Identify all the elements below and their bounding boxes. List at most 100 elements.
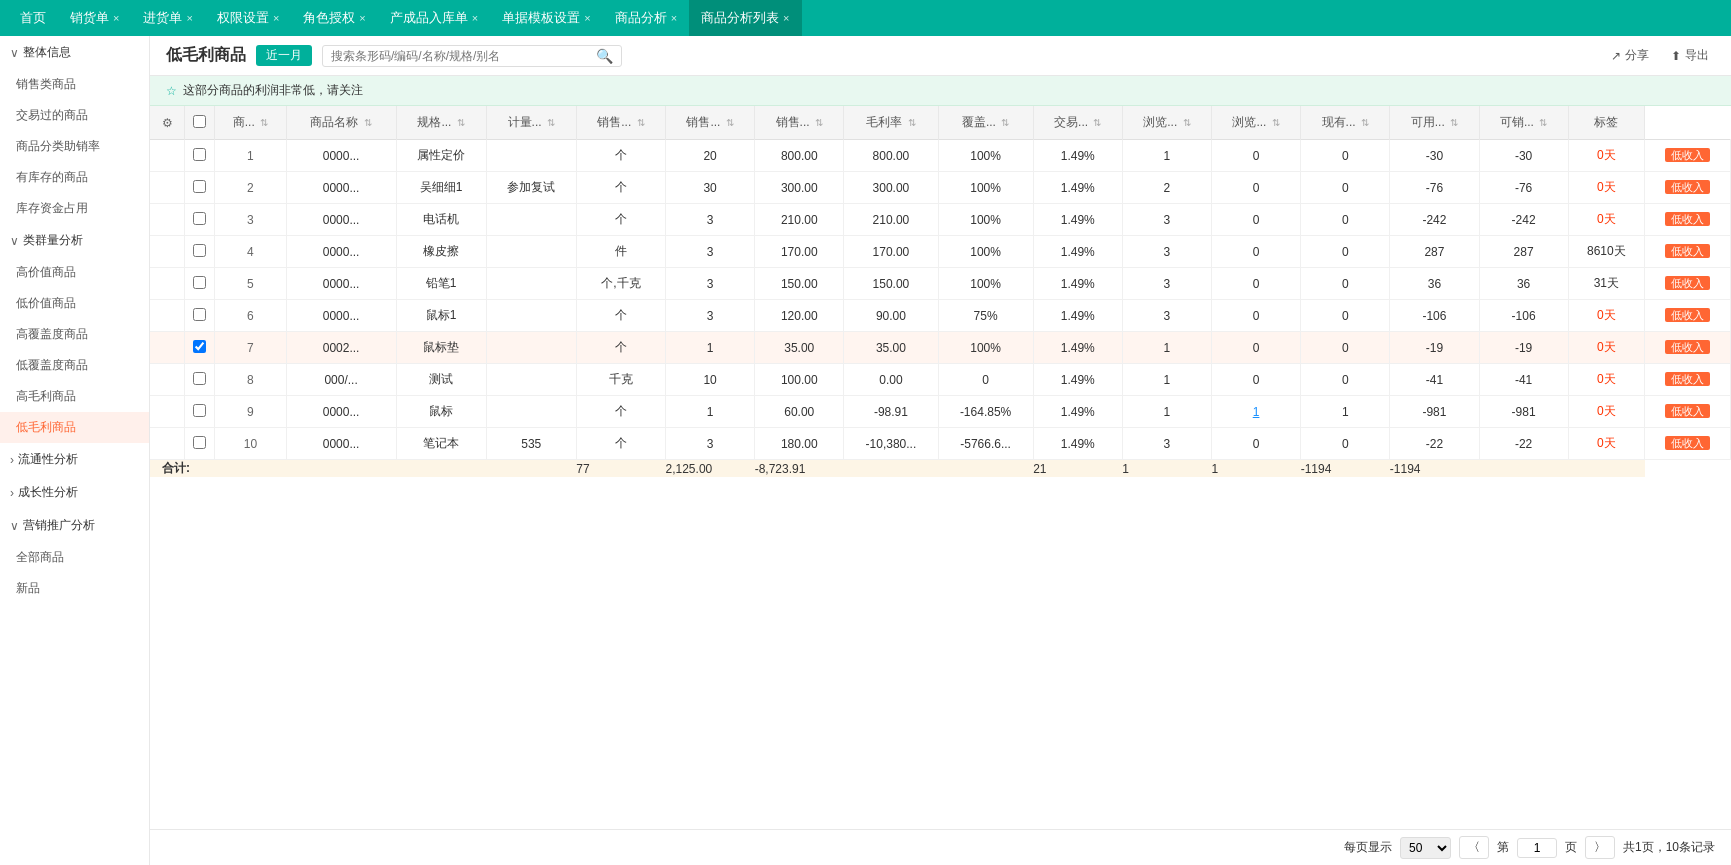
row-checkbox[interactable]: [193, 180, 206, 193]
sidebar-item-sales-products[interactable]: 销售类商品: [0, 69, 149, 100]
row-browse1[interactable]: 1: [1211, 396, 1300, 428]
sidebar-item-low-coverage[interactable]: 低覆盖度商品: [0, 350, 149, 381]
row-checkbox[interactable]: [193, 340, 206, 353]
row-browse2: 0: [1301, 204, 1390, 236]
nav-product-analysis-list[interactable]: 商品分析列表 ×: [689, 0, 801, 36]
sidebar-group-cluster[interactable]: ∨ 类群量分析: [0, 224, 149, 257]
row-checkbox-cell[interactable]: [185, 332, 215, 364]
col-saleable[interactable]: 可销... ⇅: [1479, 106, 1568, 140]
col-available[interactable]: 可用... ⇅: [1390, 106, 1479, 140]
prev-page-button[interactable]: 〈: [1459, 836, 1489, 859]
sidebar-item-new-products[interactable]: 新品: [0, 573, 149, 604]
nav-product-entry[interactable]: 产成品入库单 ×: [378, 0, 490, 36]
nav-home[interactable]: 首页: [8, 0, 58, 36]
row-checkbox-cell[interactable]: [185, 396, 215, 428]
sidebar-item-high-margin[interactable]: 高毛利商品: [0, 381, 149, 412]
row-num: 4: [215, 236, 286, 268]
col-spec[interactable]: 规格... ⇅: [396, 106, 486, 140]
col-browse1[interactable]: 浏览... ⇅: [1122, 106, 1211, 140]
close-icon[interactable]: ×: [783, 12, 789, 24]
total-stock-now: -1194: [1301, 460, 1390, 478]
sidebar-group-overview[interactable]: ∨ 整体信息: [0, 36, 149, 69]
close-icon[interactable]: ×: [584, 12, 590, 24]
row-checkbox-cell[interactable]: [185, 204, 215, 236]
nav-permissions[interactable]: 权限设置 ×: [205, 0, 291, 36]
row-browse2: 0: [1301, 140, 1390, 172]
row-checkbox-cell[interactable]: [185, 300, 215, 332]
sort-icon: ⇅: [1183, 117, 1191, 128]
row-checkbox-cell[interactable]: [185, 428, 215, 460]
next-page-button[interactable]: 〉: [1585, 836, 1615, 859]
sidebar-group-marketing[interactable]: ∨ 营销推广分析: [0, 509, 149, 542]
row-sales-qty: 10: [666, 364, 755, 396]
row-checkbox[interactable]: [193, 148, 206, 161]
col-settings[interactable]: ⚙: [150, 106, 185, 140]
close-icon[interactable]: ×: [113, 12, 119, 24]
row-checkbox[interactable]: [193, 436, 206, 449]
col-transaction[interactable]: 交易... ⇅: [1033, 106, 1122, 140]
page-input[interactable]: [1517, 838, 1557, 858]
col-sales-amt[interactable]: 销售... ⇅: [666, 106, 755, 140]
sidebar-item-high-coverage[interactable]: 高覆盖度商品: [0, 319, 149, 350]
sidebar-item-stock-capital[interactable]: 库存资金占用: [0, 193, 149, 224]
nav-template-settings[interactable]: 单据模板设置 ×: [490, 0, 602, 36]
col-sales-profit[interactable]: 销售... ⇅: [755, 106, 844, 140]
row-checkbox[interactable]: [193, 404, 206, 417]
sidebar-item-category-rate[interactable]: 商品分类助销率: [0, 131, 149, 162]
sidebar-item-high-value[interactable]: 高价值商品: [0, 257, 149, 288]
row-stock-now: -76: [1390, 172, 1479, 204]
row-checkbox-cell[interactable]: [185, 172, 215, 204]
export-button[interactable]: ⬆ 导出: [1665, 44, 1715, 67]
row-tag: 低收入: [1645, 332, 1731, 364]
sidebar-group-growth[interactable]: › 成长性分析: [0, 476, 149, 509]
nav-product-analysis[interactable]: 商品分析 ×: [603, 0, 689, 36]
col-unit[interactable]: 计量... ⇅: [486, 106, 576, 140]
close-icon[interactable]: ×: [671, 12, 677, 24]
row-checkbox-cell[interactable]: [185, 268, 215, 300]
row-checkbox[interactable]: [193, 276, 206, 289]
table-row: 4 0000... 橡皮擦 件 3 170.00 170.00 100% 1.4…: [150, 236, 1731, 268]
sidebar-group-flow[interactable]: › 流通性分析: [0, 443, 149, 476]
row-checkbox[interactable]: [193, 308, 206, 321]
row-sales-profit: 0.00: [844, 364, 938, 396]
row-checkbox-cell[interactable]: [185, 236, 215, 268]
col-coverage[interactable]: 覆盖... ⇅: [938, 106, 1033, 140]
row-gross-margin: 100%: [938, 332, 1033, 364]
sidebar-item-traded-products[interactable]: 交易过的商品: [0, 100, 149, 131]
search-input[interactable]: [331, 49, 596, 63]
close-icon[interactable]: ×: [273, 12, 279, 24]
nav-role-auth[interactable]: 角色授权 ×: [291, 0, 377, 36]
settings-icon[interactable]: ⚙: [162, 116, 173, 130]
share-button[interactable]: ↗ 分享: [1605, 44, 1655, 67]
row-checkbox[interactable]: [193, 372, 206, 385]
table-row: 10 0000... 笔记本 535 个 3 180.00 -10,380...…: [150, 428, 1731, 460]
close-icon[interactable]: ×: [472, 12, 478, 24]
close-icon[interactable]: ×: [186, 12, 192, 24]
row-checkbox[interactable]: [193, 212, 206, 225]
row-tag: 低收入: [1645, 364, 1731, 396]
sidebar-item-low-value[interactable]: 低价值商品: [0, 288, 149, 319]
col-stock-now[interactable]: 现有... ⇅: [1301, 106, 1390, 140]
row-checkbox-cell[interactable]: [185, 364, 215, 396]
col-gross-margin[interactable]: 毛利率 ⇅: [844, 106, 938, 140]
row-code: 0000...: [286, 396, 396, 428]
close-icon[interactable]: ×: [359, 12, 365, 24]
nav-purchase[interactable]: 进货单 ×: [131, 0, 204, 36]
time-filter-button[interactable]: 近一月: [256, 45, 312, 66]
col-code[interactable]: 商... ⇅: [215, 106, 286, 140]
sidebar-item-in-stock[interactable]: 有库存的商品: [0, 162, 149, 193]
row-checkbox[interactable]: [193, 244, 206, 257]
sidebar-item-low-margin[interactable]: 低毛利商品: [0, 412, 149, 443]
nav-sales[interactable]: 销货单 ×: [58, 0, 131, 36]
per-page-select[interactable]: 10 20 50 100: [1400, 837, 1451, 859]
row-checkbox-cell[interactable]: [185, 140, 215, 172]
search-icon[interactable]: 🔍: [596, 48, 613, 64]
row-transaction: 3: [1122, 204, 1211, 236]
row-settings: [150, 428, 185, 460]
col-sales-qty[interactable]: 销售... ⇅: [576, 106, 665, 140]
col-name[interactable]: 商品名称 ⇅: [286, 106, 396, 140]
sidebar-item-all-products[interactable]: 全部商品: [0, 542, 149, 573]
col-browse2[interactable]: 浏览... ⇅: [1211, 106, 1300, 140]
select-all-checkbox[interactable]: [193, 115, 206, 128]
sidebar-collapse-button[interactable]: «: [149, 368, 150, 398]
